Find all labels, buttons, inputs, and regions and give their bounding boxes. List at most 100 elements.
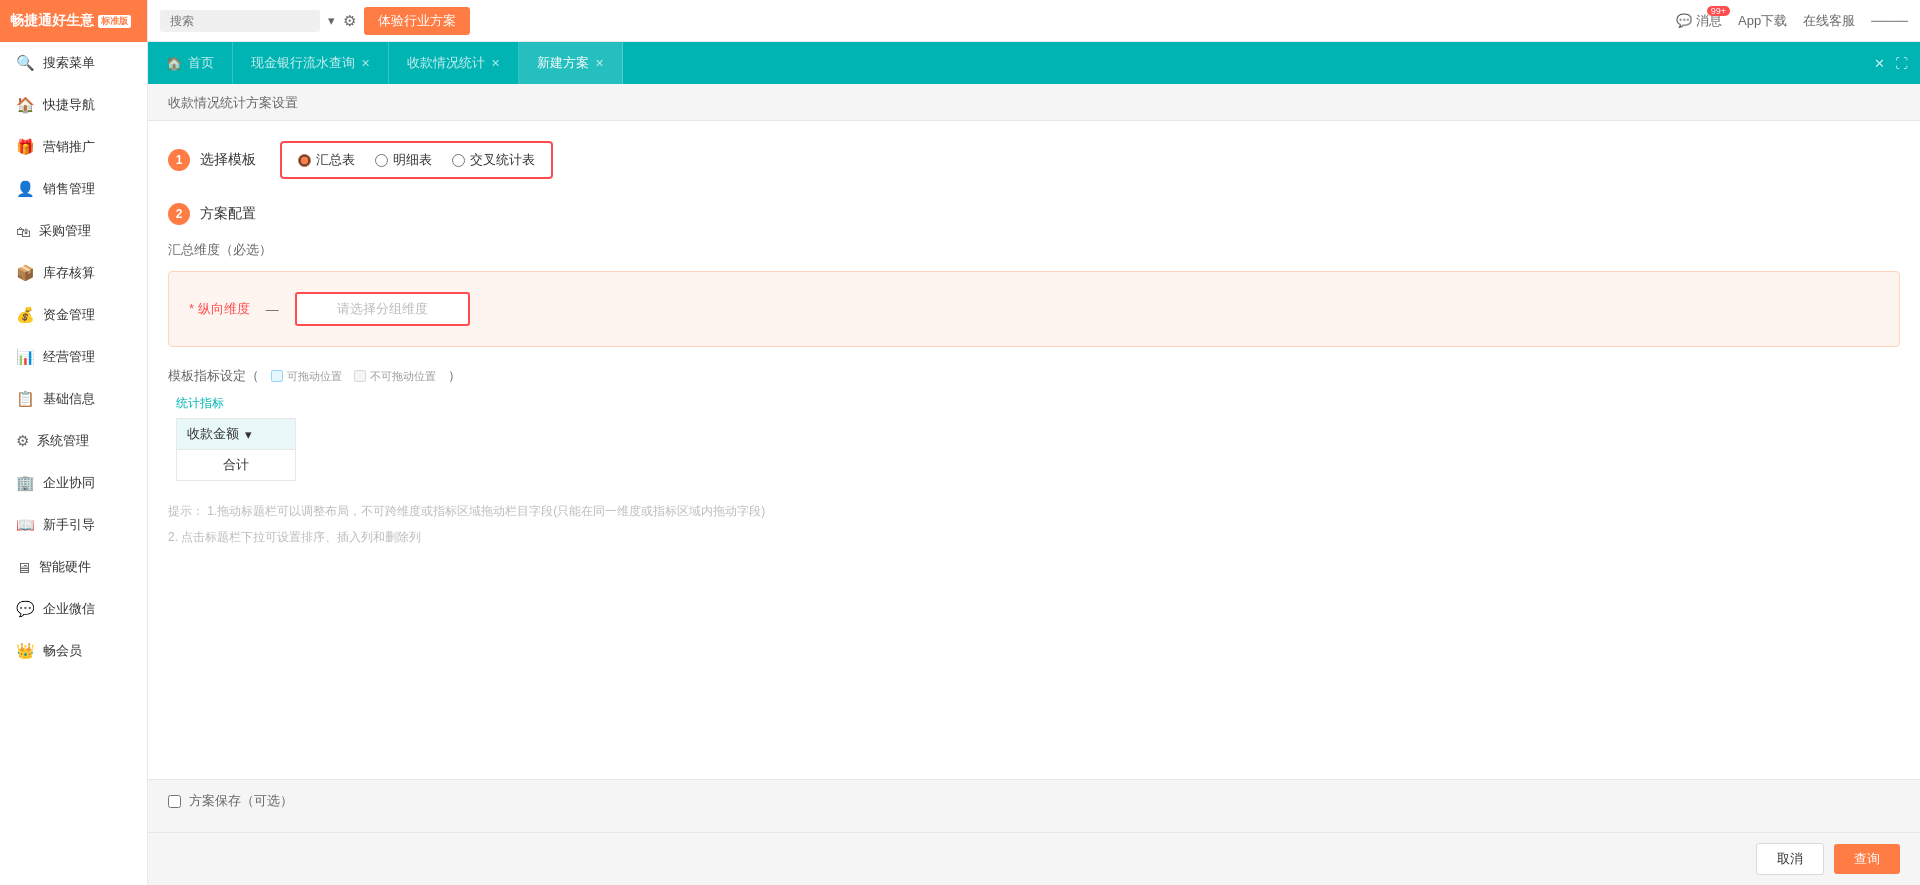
sidebar-item-quick-nav[interactable]: 🏠 快捷导航 [0,84,147,126]
topbar-left: ▾ ⚙ 体验行业方案 [160,7,470,35]
sidebar-logo: 畅捷通好生意 标准版 [0,0,147,42]
radio-detail[interactable]: 明细表 [375,151,432,169]
draggable-indicator-tag: 可拖动位置 [271,369,342,384]
sidebar-item-marketing[interactable]: 🎁 营销推广 [0,126,147,168]
sidebar: 畅捷通好生意 标准版 🔍 搜索菜单 🏠 快捷导航 🎁 营销推广 👤 销售管理 🛍… [0,0,148,885]
dimension-arrow: — [266,302,279,317]
expand-window-icon[interactable]: ⛶ [1895,56,1908,71]
sidebar-item-finance[interactable]: 💰 资金管理 [0,294,147,336]
tab-new-plan-close[interactable]: ✕ [595,57,604,70]
notification-badge[interactable]: 💬 消息 99+ [1676,12,1722,30]
tab-bank[interactable]: 现金银行流水查询 ✕ [233,42,389,84]
tab-stats[interactable]: 收款情况统计 ✕ [389,42,519,84]
sidebar-label-quick-nav: 快捷导航 [43,96,95,114]
sidebar-label-marketing: 营销推广 [43,138,95,156]
sidebar-label-sales: 销售管理 [43,180,95,198]
step2-title: 方案配置 [200,205,256,223]
indicators-text: 模板指标设定（ [168,367,259,385]
sidebar-item-business[interactable]: 📊 经营管理 [0,336,147,378]
radio-detail-input[interactable] [375,154,388,167]
step1-header: 1 选择模板 汇总表 明细表 [168,141,1900,179]
sidebar-label-corp: 企业协同 [43,474,95,492]
tab-new-plan[interactable]: 新建方案 ✕ [519,42,623,84]
sidebar-item-member[interactable]: 👑 畅会员 [0,630,147,672]
industry-plan-button[interactable]: 体验行业方案 [364,7,470,35]
sidebar-item-wechat[interactable]: 💬 企业微信 [0,588,147,630]
cancel-button[interactable]: 取消 [1756,843,1824,875]
non-draggable-indicator-tag: 不可拖动位置 [354,369,436,384]
dropdown-arrow[interactable]: ▾ [328,13,335,28]
stats-group-label: 统计指标 [176,395,1900,412]
sidebar-item-purchase[interactable]: 🛍 采购管理 [0,210,147,252]
tab-stats-label: 收款情况统计 [407,54,485,72]
stats-column-header[interactable]: 收款金额 ▾ [177,419,295,450]
sidebar-item-inventory[interactable]: 📦 库存核算 [0,252,147,294]
indicators-close-paren: ） [448,367,461,385]
tab-home-label: 首页 [188,54,214,72]
step1-number: 1 [168,149,190,171]
sidebar-label-guide: 新手引导 [43,516,95,534]
template-radio-group: 汇总表 明细表 交叉统计表 [280,141,553,179]
sidebar-label-purchase: 采购管理 [39,222,91,240]
stats-table-container: 统计指标 收款金额 ▾ 合计 [168,395,1900,481]
sidebar-item-search[interactable]: 🔍 搜索菜单 [0,42,147,84]
main-area: ▾ ⚙ 体验行业方案 💬 消息 99+ App下载 在线客服 ──── 🏠 首页… [148,0,1920,885]
dimension-section: 汇总维度（必选） * 纵向维度 — 请选择分组维度 模板指标设定（ [168,241,1900,548]
chart-icon: 📊 [16,348,35,366]
sidebar-item-hardware[interactable]: 🖥 智能硬件 [0,546,147,588]
dimension-select-dropdown[interactable]: 请选择分组维度 [295,292,470,326]
search-input[interactable] [160,10,320,32]
sidebar-label-system: 系统管理 [37,432,89,450]
hint-line-1: 提示： 1.拖动标题栏可以调整布局，不可跨维度或指标区域拖动栏目字段(只能在同一… [168,501,1900,523]
radio-summary-input[interactable] [298,154,311,167]
tab-stats-close[interactable]: ✕ [491,57,500,70]
sidebar-label-wechat: 企业微信 [43,600,95,618]
sidebar-item-basic[interactable]: 📋 基础信息 [0,378,147,420]
draggable-label: 可拖动位置 [287,369,342,384]
user-icon: 👤 [16,180,35,198]
page-content: 收款情况统计方案设置 1 选择模板 汇总表 明细表 [148,84,1920,832]
vertical-dimension-row: * 纵向维度 — 请选择分组维度 [189,292,1879,326]
sidebar-item-system[interactable]: ⚙ 系统管理 [0,420,147,462]
home-tab-icon: 🏠 [166,56,182,71]
non-draggable-label: 不可拖动位置 [370,369,436,384]
column-dropdown-icon[interactable]: ▾ [245,427,252,442]
crown-icon: 👑 [16,642,35,660]
online-service-link[interactable]: 在线客服 [1803,12,1855,30]
tab-bank-close[interactable]: ✕ [361,57,370,70]
save-plan-checkbox[interactable] [168,795,181,808]
radio-cross[interactable]: 交叉统计表 [452,151,535,169]
chat-icon: 💬 [16,600,35,618]
stats-total-cell: 合计 [177,450,295,480]
stats-table: 收款金额 ▾ 合计 [176,418,296,481]
dimension-section-label: 汇总维度（必选） [168,241,1900,259]
book-icon: 📖 [16,516,35,534]
monitor-icon: 🖥 [16,559,31,576]
page-footer: 方案保存（可选） [148,779,1920,822]
logo-text: 畅捷通好生意 [10,12,94,30]
sidebar-label-hardware: 智能硬件 [39,558,91,576]
home-icon: 🏠 [16,96,35,114]
step1-section: 1 选择模板 汇总表 明细表 [168,141,1900,179]
gear-icon: ⚙ [16,432,29,450]
sidebar-item-sales[interactable]: 👤 销售管理 [0,168,147,210]
step2-number: 2 [168,203,190,225]
radio-detail-label: 明细表 [393,151,432,169]
sidebar-item-guide[interactable]: 📖 新手引导 [0,504,147,546]
close-window-icon[interactable]: ✕ [1874,56,1885,71]
user-info[interactable]: ──── [1871,13,1908,28]
app-download-link[interactable]: App下载 [1738,12,1787,30]
sidebar-item-corp[interactable]: 🏢 企业协同 [0,462,147,504]
settings-icon[interactable]: ⚙ [343,12,356,30]
query-button[interactable]: 查询 [1834,844,1900,874]
sidebar-label-business: 经营管理 [43,348,95,366]
radio-summary[interactable]: 汇总表 [298,151,355,169]
tabbar-right: ✕ ⛶ [1874,56,1920,71]
sidebar-label-finance: 资金管理 [43,306,95,324]
search-icon: 🔍 [16,54,35,72]
sidebar-label-member: 畅会员 [43,642,82,660]
bag-icon: 🛍 [16,223,31,240]
tab-home[interactable]: 🏠 首页 [148,42,233,84]
radio-cross-input[interactable] [452,154,465,167]
radio-summary-label: 汇总表 [316,151,355,169]
